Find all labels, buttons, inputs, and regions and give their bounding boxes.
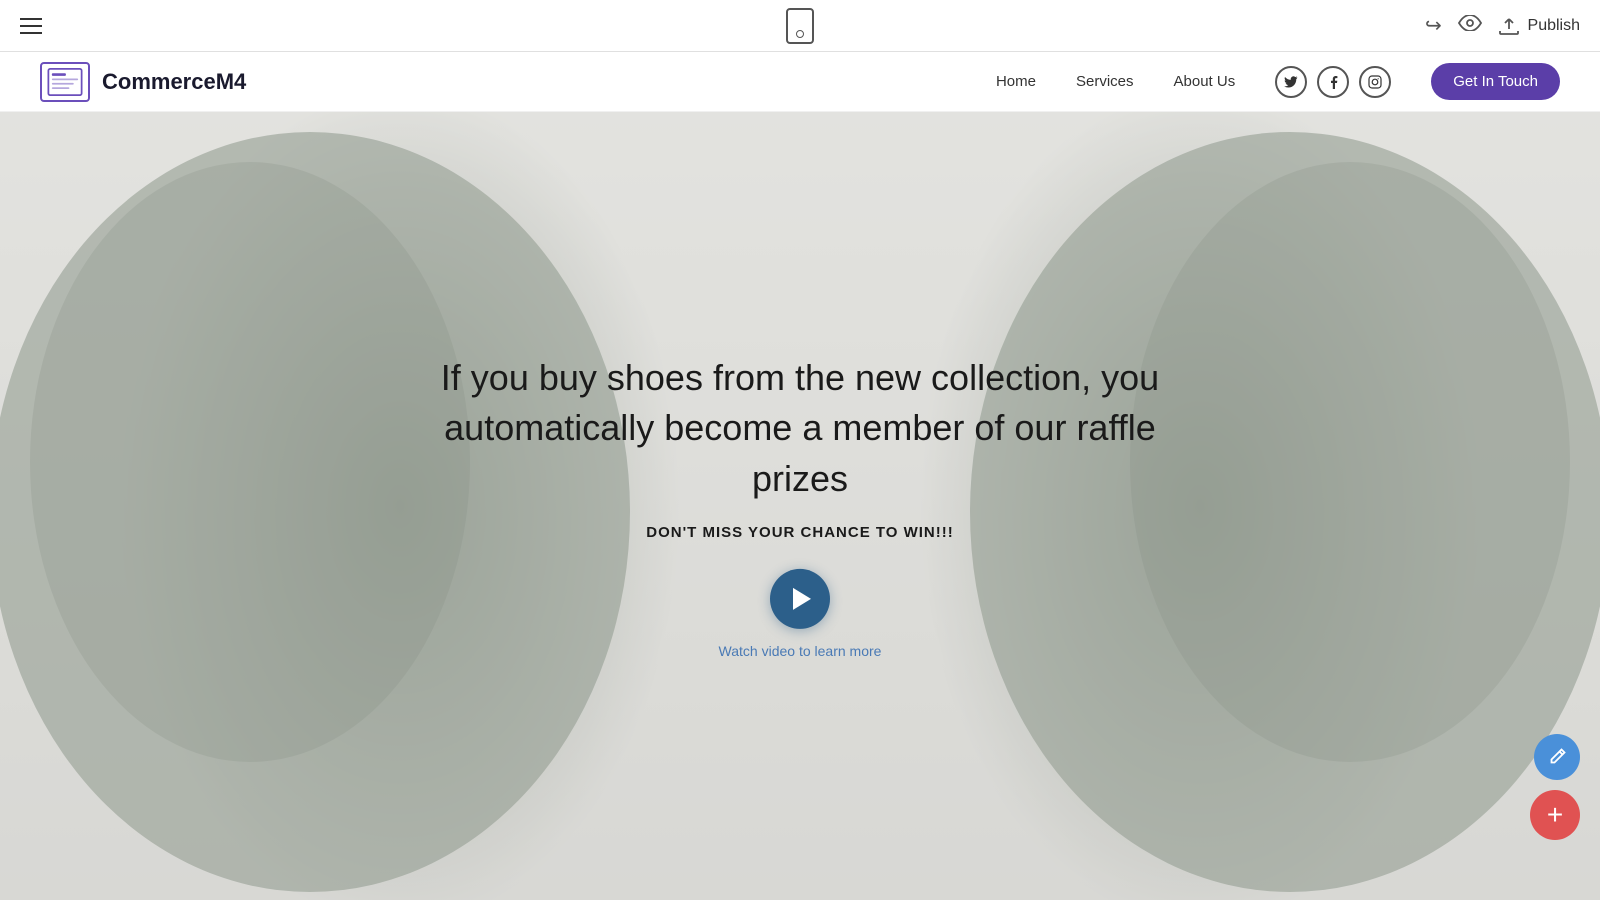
twitter-icon[interactable] — [1275, 66, 1307, 98]
logo-text: CommerceM4 — [102, 69, 246, 95]
facebook-icon[interactable] — [1317, 66, 1349, 98]
social-icons — [1275, 66, 1391, 98]
logo-area: CommerceM4 — [40, 62, 246, 102]
plus-icon: + — [1547, 799, 1563, 831]
cta-button[interactable]: Get In Touch — [1431, 63, 1560, 100]
site-header: CommerceM4 Home Services About Us — [0, 52, 1600, 112]
mobile-preview-icon[interactable] — [786, 8, 814, 44]
nav-services[interactable]: Services — [1076, 73, 1134, 90]
play-triangle-icon — [793, 588, 811, 610]
fab-edit-button[interactable] — [1534, 734, 1580, 780]
hero-content: If you buy shoes from the new collection… — [400, 353, 1200, 659]
nav-about[interactable]: About Us — [1174, 73, 1236, 90]
toolbar-center — [786, 8, 814, 44]
publish-label: Publish — [1528, 17, 1580, 35]
publish-button[interactable]: Publish — [1498, 17, 1580, 35]
play-button[interactable] — [770, 569, 830, 629]
toolbar-left — [20, 18, 42, 34]
nav-area: Home Services About Us Get — [996, 63, 1560, 100]
toolbar: ↩ Publish — [0, 0, 1600, 52]
undo-icon[interactable]: ↩ — [1425, 13, 1442, 38]
watch-video-link[interactable]: Watch video to learn more — [719, 643, 882, 659]
instagram-icon[interactable] — [1359, 66, 1391, 98]
toolbar-right: ↩ Publish — [1425, 13, 1580, 38]
fab-add-button[interactable]: + — [1530, 790, 1580, 840]
preview-eye-icon[interactable] — [1458, 14, 1482, 37]
nav-home[interactable]: Home — [996, 73, 1036, 90]
logo-icon — [40, 62, 90, 102]
hero-section: If you buy shoes from the new collection… — [0, 112, 1600, 900]
hero-headline: If you buy shoes from the new collection… — [400, 353, 1200, 504]
play-button-area: Watch video to learn more — [400, 569, 1200, 659]
hamburger-menu-icon[interactable] — [20, 18, 42, 34]
hero-subtext: DON'T MISS YOUR CHANCE TO WIN!!! — [400, 524, 1200, 541]
